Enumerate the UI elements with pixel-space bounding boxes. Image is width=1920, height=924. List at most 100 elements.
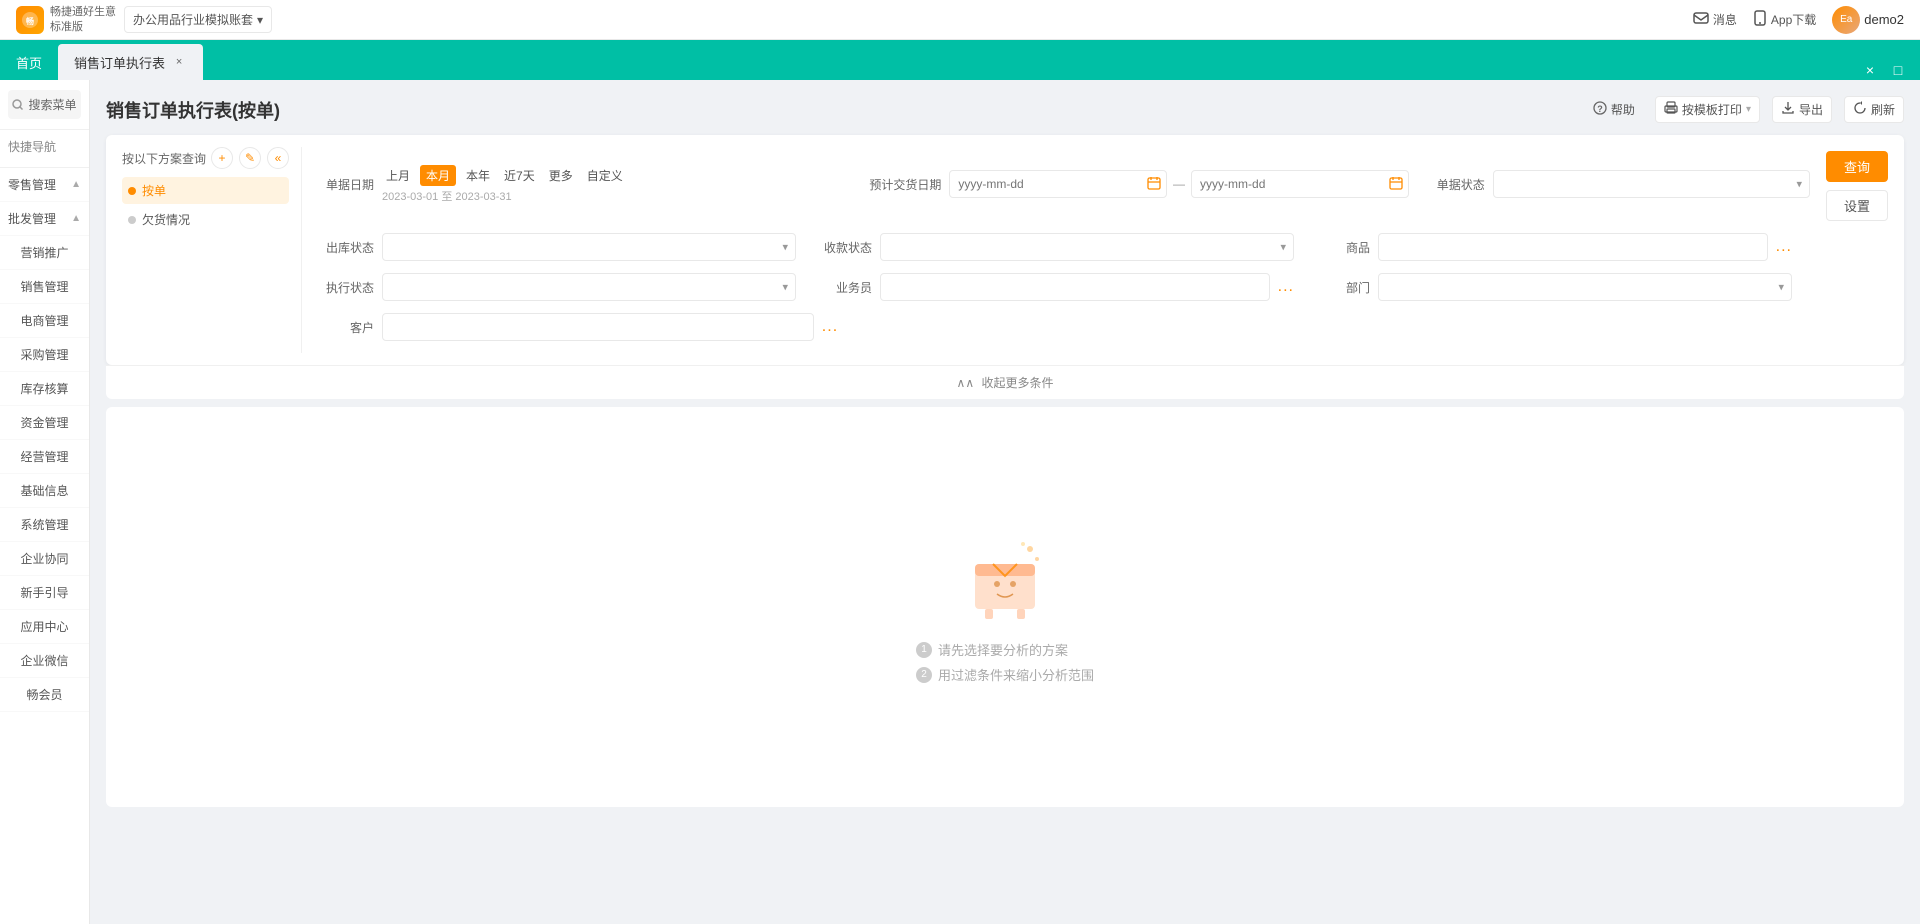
nav-tabs: 首页 销售订单执行表 × × □ bbox=[0, 40, 1920, 80]
edit-scheme-btn[interactable]: ✎ bbox=[239, 147, 261, 169]
exec-select-wrap: ▾ bbox=[382, 273, 796, 301]
customer-more-icon[interactable]: ... bbox=[822, 318, 838, 336]
goods-more-icon[interactable]: ... bbox=[1776, 238, 1792, 256]
search-menu-btn[interactable]: 搜索菜单 bbox=[8, 90, 81, 119]
sidebar-item-marketing[interactable]: 营销推广 bbox=[0, 236, 89, 270]
tab-sales-order[interactable]: 销售订单执行表 × bbox=[58, 44, 203, 80]
print-btn[interactable]: 按模板打印 ▾ bbox=[1655, 96, 1760, 123]
help-icon: ? bbox=[1593, 101, 1607, 118]
scheme-header: 按以下方案查询 + ✎ « bbox=[122, 147, 289, 169]
query-btn[interactable]: 查询 bbox=[1826, 151, 1888, 182]
collapse-scheme-btn[interactable]: « bbox=[267, 147, 289, 169]
tab-close-icon[interactable]: × bbox=[171, 54, 187, 70]
salesman-more-icon[interactable]: ... bbox=[1278, 278, 1294, 296]
print-icon bbox=[1664, 101, 1678, 118]
dropdown-arrow-icon: ▾ bbox=[257, 13, 263, 27]
filter-group-outbound: 出库状态 ▾ bbox=[314, 233, 796, 261]
shortcut-this-month[interactable]: 本月 bbox=[420, 165, 456, 186]
scheme-dot-icon bbox=[128, 187, 136, 195]
refresh-icon bbox=[1853, 101, 1867, 118]
print-dropdown-icon: ▾ bbox=[1746, 104, 1751, 115]
sidebar-item-member[interactable]: 畅会员 bbox=[0, 678, 89, 712]
export-btn[interactable]: 导出 bbox=[1772, 96, 1832, 123]
sidebar-search-section: 搜索菜单 bbox=[0, 80, 89, 130]
sidebar-item-sales[interactable]: 销售管理 bbox=[0, 270, 89, 304]
quick-nav-label: 快捷导航 bbox=[8, 138, 81, 155]
filter-group-payment: 收款状态 ▾ bbox=[812, 233, 1294, 261]
expected-date-to-input[interactable] bbox=[1191, 170, 1409, 198]
user-name: demo2 bbox=[1864, 12, 1904, 27]
sidebar-item-operations[interactable]: 经营管理 bbox=[0, 440, 89, 474]
goods-input[interactable] bbox=[1378, 233, 1768, 261]
sidebar-item-wechat[interactable]: 企业微信 bbox=[0, 644, 89, 678]
sidebar-quick-section: 快捷导航 bbox=[0, 130, 89, 168]
sidebar-item-enterprise[interactable]: 企业协同 bbox=[0, 542, 89, 576]
scheme-item-shortage[interactable]: 欠货情况 bbox=[122, 206, 289, 233]
empty-illustration bbox=[955, 524, 1055, 624]
shortcut-7days[interactable]: 近7天 bbox=[500, 165, 539, 186]
maximize-window-btn[interactable]: □ bbox=[1888, 60, 1908, 80]
filter-row-1: 单据日期 上月 本月 本年 近7天 更多 自定义 2023-03-01 至 20… bbox=[314, 147, 1888, 221]
outbound-select-wrap: ▾ bbox=[382, 233, 796, 261]
sidebar-item-guide[interactable]: 新手引导 bbox=[0, 576, 89, 610]
scheme-dot-icon bbox=[128, 216, 136, 224]
shortcut-more[interactable]: 更多 bbox=[545, 165, 577, 186]
filter-row-3: 执行状态 ▾ 业务员 ... 部门 bbox=[314, 273, 1888, 301]
sidebar-item-wholesale[interactable]: 批发管理 ▲ bbox=[0, 202, 89, 236]
shortcut-last-month[interactable]: 上月 bbox=[382, 165, 414, 186]
dept-select[interactable] bbox=[1378, 273, 1792, 301]
filter-group-exec: 执行状态 ▾ bbox=[314, 273, 796, 301]
salesman-input[interactable] bbox=[880, 273, 1270, 301]
sidebar-item-inventory[interactable]: 库存核算 bbox=[0, 372, 89, 406]
filter-group-customer: 客户 ... bbox=[314, 313, 838, 341]
empty-state: 1 请先选择要分析的方案 2 用过滤条件来缩小分析范围 bbox=[106, 407, 1904, 807]
empty-tips: 1 请先选择要分析的方案 2 用过滤条件来缩小分析范围 bbox=[916, 640, 1094, 690]
date-shortcuts: 上月 本月 本年 近7天 更多 自定义 bbox=[382, 165, 845, 186]
dept-label: 部门 bbox=[1310, 279, 1370, 296]
app-download-btn[interactable]: App下载 bbox=[1753, 10, 1816, 29]
dept-select-wrap: ▾ bbox=[1378, 273, 1792, 301]
scheme-item-by-order[interactable]: 按单 bbox=[122, 177, 289, 204]
sidebar-item-system[interactable]: 系统管理 bbox=[0, 508, 89, 542]
collapse-bar[interactable]: ∧∧ 收起更多条件 bbox=[106, 365, 1904, 399]
shortcut-this-year[interactable]: 本年 bbox=[462, 165, 494, 186]
expected-date-from-input[interactable] bbox=[949, 170, 1167, 198]
sidebar-item-app-center[interactable]: 应用中心 bbox=[0, 610, 89, 644]
logo-icon: 畅 bbox=[16, 6, 44, 34]
filter-panel: 按以下方案查询 + ✎ « 按单 欠货情况 bbox=[106, 135, 1904, 365]
outbound-status-select[interactable] bbox=[382, 233, 796, 261]
export-icon bbox=[1781, 101, 1795, 118]
sidebar-item-purchase[interactable]: 采购管理 bbox=[0, 338, 89, 372]
sidebar-item-finance[interactable]: 资金管理 bbox=[0, 406, 89, 440]
goods-label: 商品 bbox=[1310, 239, 1370, 256]
customer-input[interactable] bbox=[382, 313, 814, 341]
sidebar-item-ecommerce[interactable]: 电商管理 bbox=[0, 304, 89, 338]
date-separator: — bbox=[1173, 177, 1185, 191]
doc-status-select[interactable] bbox=[1493, 170, 1810, 198]
help-btn[interactable]: ? 帮助 bbox=[1585, 97, 1643, 122]
filter-group-salesman: 业务员 ... bbox=[812, 273, 1294, 301]
payment-select-wrap: ▾ bbox=[880, 233, 1294, 261]
calendar-to-icon[interactable] bbox=[1389, 176, 1403, 193]
sidebar-item-basic-info[interactable]: 基础信息 bbox=[0, 474, 89, 508]
payment-status-select[interactable] bbox=[880, 233, 1294, 261]
close-window-btn[interactable]: × bbox=[1860, 60, 1880, 80]
scheme-selector: 按以下方案查询 + ✎ « 按单 欠货情况 bbox=[122, 147, 302, 353]
calendar-from-icon[interactable] bbox=[1147, 176, 1161, 193]
sidebar-item-retail[interactable]: 零售管理 ▲ bbox=[0, 168, 89, 202]
add-scheme-btn[interactable]: + bbox=[211, 147, 233, 169]
exec-status-select[interactable] bbox=[382, 273, 796, 301]
top-header: 畅 畅捷通好生意 标准版 办公用品行业模拟账套 ▾ 消息 bbox=[0, 0, 1920, 40]
exec-label: 执行状态 bbox=[314, 279, 374, 296]
filter-group-date: 单据日期 上月 本月 本年 近7天 更多 自定义 2023-03-01 至 20… bbox=[314, 165, 853, 204]
refresh-btn[interactable]: 刷新 bbox=[1844, 96, 1904, 123]
tab-home[interactable]: 首页 bbox=[0, 44, 58, 80]
settings-btn[interactable]: 设置 bbox=[1826, 190, 1888, 221]
shortcut-custom[interactable]: 自定义 bbox=[583, 165, 627, 186]
message-btn[interactable]: 消息 bbox=[1693, 10, 1737, 29]
user-area[interactable]: Ea demo2 bbox=[1832, 6, 1904, 34]
industry-selector[interactable]: 办公用品行业模拟账套 ▾ bbox=[124, 6, 272, 33]
message-icon bbox=[1693, 10, 1709, 29]
filter-row-4: 客户 ... bbox=[314, 313, 1888, 341]
doc-status-select-wrap: ▾ bbox=[1493, 170, 1810, 198]
